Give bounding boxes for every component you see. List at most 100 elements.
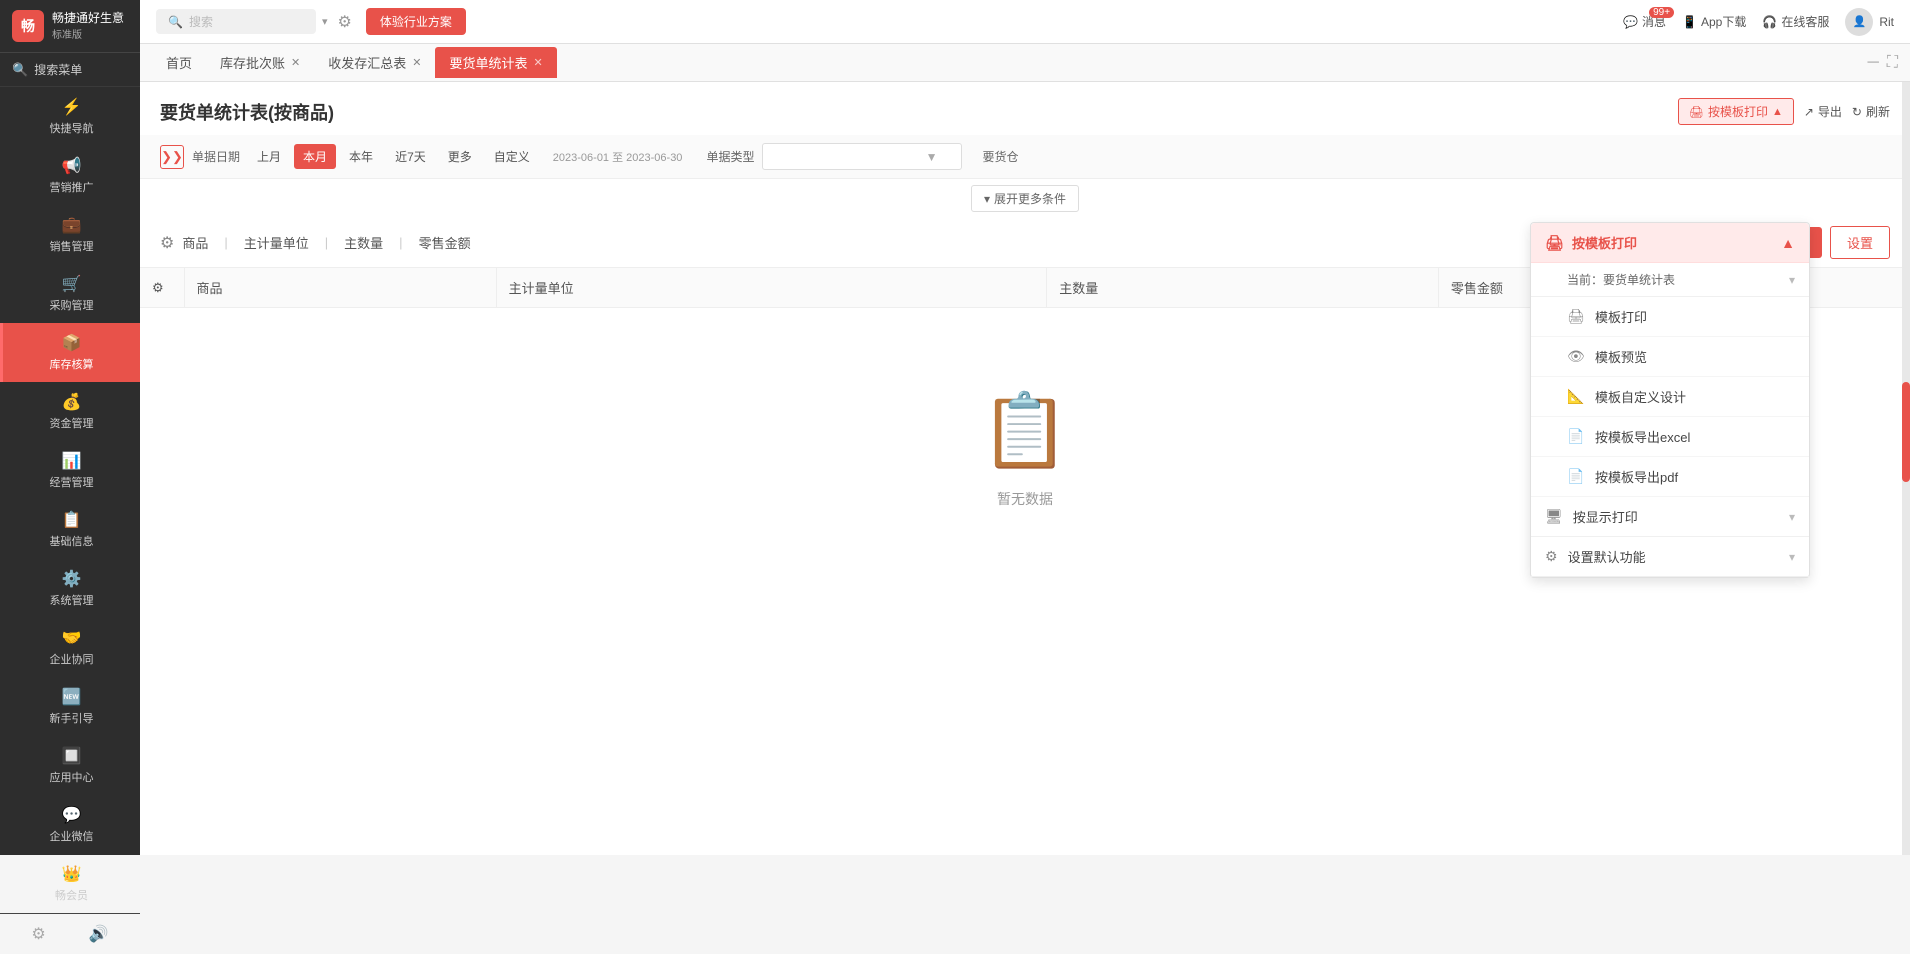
- topbar-settings-icon[interactable]: ⚙: [338, 12, 352, 32]
- sidebar-item-guide[interactable]: 🆕 新手引导: [0, 677, 140, 736]
- dropdown-template-print[interactable]: 🖨 模板打印: [1531, 297, 1809, 337]
- prev-month-btn[interactable]: 上月: [248, 144, 290, 169]
- refresh-btn[interactable]: ↻ 刷新: [1852, 103, 1890, 120]
- topbar-dropdown-arrow[interactable]: ▾: [322, 15, 328, 28]
- tab-close-order-stats[interactable]: ✕: [534, 56, 543, 69]
- more-btn[interactable]: 更多: [439, 144, 481, 169]
- print-dropdown-panel: 🖨 按模板打印 ▲ 当前：要货单统计表 ▾ 🖨 模板打印 👁 模板预览 📐 模板…: [1530, 222, 1810, 578]
- empty-icon: 📋: [980, 388, 1070, 473]
- sidebar-item-quick-nav[interactable]: ⚡ 快捷导航: [0, 87, 140, 146]
- expand-more-btn[interactable]: ▾ 展开更多条件: [971, 185, 1079, 212]
- sidebar-item-sales[interactable]: 💼 销售管理: [0, 205, 140, 264]
- topbar-search[interactable]: 🔍 搜索: [156, 9, 316, 34]
- tab-order-stats[interactable]: 要货单统计表 ✕: [435, 47, 556, 78]
- basics-icon: 📋: [62, 510, 82, 530]
- dropdown-header[interactable]: 🖨 按模板打印 ▲: [1531, 223, 1809, 263]
- tab-minimize-icon[interactable]: ─: [1867, 54, 1878, 72]
- print-icon: 🖨: [1689, 105, 1704, 119]
- right-scrollbar[interactable]: [1902, 82, 1910, 855]
- display-print-icon: 🖥: [1545, 508, 1563, 525]
- settings-btn[interactable]: 设置: [1830, 226, 1890, 259]
- filter-more: ▾ 展开更多条件: [140, 179, 1910, 218]
- tab-close-collect-summary[interactable]: ✕: [412, 56, 421, 69]
- column-retail: 零售金额: [419, 233, 471, 252]
- sidebar-item-operations[interactable]: 📊 经营管理: [0, 441, 140, 500]
- member-icon: 👑: [62, 864, 82, 884]
- filter-expand-icon[interactable]: ❯❯: [160, 145, 184, 169]
- export-btn[interactable]: ↗ 导出: [1804, 103, 1842, 120]
- dropdown-template-excel[interactable]: 📄 按模板导出excel: [1531, 417, 1809, 457]
- template-excel-icon: 📄: [1567, 428, 1585, 445]
- marketing-icon: 📢: [62, 156, 82, 176]
- filter-bar: ❯❯ 单据日期 上月 本月 本年 近7天 更多 自定义 2023-06-01 至…: [140, 135, 1910, 179]
- appstore-icon: 🔲: [62, 746, 82, 766]
- tab-home[interactable]: 首页: [152, 47, 206, 78]
- date-label: 单据日期: [192, 148, 240, 165]
- sidebar-item-marketing[interactable]: 📢 营销推广: [0, 146, 140, 205]
- sidebar-item-collab[interactable]: 🤝 企业协同: [0, 618, 140, 677]
- dropdown-template-pdf[interactable]: 📄 按模板导出pdf: [1531, 457, 1809, 497]
- search-icon: 🔍: [12, 62, 28, 78]
- empty-text: 暂无数据: [997, 489, 1053, 509]
- service-icon: 🎧: [1762, 15, 1777, 29]
- default-func-arrow: ▾: [1789, 550, 1795, 564]
- sidebar-item-appstore[interactable]: 🔲 应用中心: [0, 736, 140, 795]
- topbar-right: 💬 消息 99+ 📱 App下载 🎧 在线客服 👤 Rit: [1623, 8, 1894, 36]
- tab-batch-account[interactable]: 库存批次账 ✕: [206, 47, 314, 78]
- topbar-app-download[interactable]: 📱 App下载: [1682, 13, 1746, 30]
- dropdown-template-preview[interactable]: 👁 模板预览: [1531, 337, 1809, 377]
- col-settings-icon: ⚙: [152, 280, 164, 295]
- dropdown-display-print[interactable]: 🖥 按显示打印 ▾: [1531, 497, 1809, 537]
- sidebar-item-wechat[interactable]: 💬 企业微信: [0, 795, 140, 854]
- print-template-btn[interactable]: 🖨 按模板打印 ▲: [1678, 98, 1794, 125]
- dropdown-default-func[interactable]: ⚙ 设置默认功能 ▾: [1531, 537, 1809, 577]
- sidebar-search[interactable]: 🔍 搜索菜单: [0, 53, 140, 87]
- default-func-icon: ⚙: [1545, 548, 1558, 565]
- custom-btn[interactable]: 自定义: [485, 144, 539, 169]
- date-range-text: 2023-06-01 至 2023-06-30: [553, 149, 683, 165]
- sidebar-item-member[interactable]: 👑 畅会员: [0, 854, 140, 913]
- sidebar-item-finance[interactable]: 💰 资金管理: [0, 382, 140, 441]
- warehouse-tag-label: 要货仓: [982, 148, 1018, 165]
- col-quantity: 主数量: [1047, 268, 1439, 308]
- sidebar-item-inventory[interactable]: 📦 库存核算: [0, 323, 140, 382]
- collab-icon: 🤝: [62, 628, 82, 648]
- current-month-btn[interactable]: 本月: [294, 144, 336, 169]
- inventory-icon: 📦: [62, 333, 82, 353]
- current-year-btn[interactable]: 本年: [340, 144, 382, 169]
- content-area: 要货单统计表(按商品) 🖨 按模板打印 ▲ ↗ 导出 ↻ 刷新 ❯❯: [140, 82, 1910, 855]
- tab-close-batch-account[interactable]: ✕: [291, 56, 300, 69]
- footer-audio-icon[interactable]: 🔊: [89, 924, 109, 944]
- logo-icon: 畅: [12, 10, 44, 42]
- last7days-btn[interactable]: 近7天: [386, 144, 435, 169]
- page-title: 要货单统计表(按商品): [160, 99, 334, 125]
- scrollbar-thumb[interactable]: [1902, 382, 1910, 482]
- dropdown-template-custom[interactable]: 📐 模板自定义设计: [1531, 377, 1809, 417]
- table-settings-icon[interactable]: ⚙: [160, 233, 174, 253]
- system-icon: ⚙️: [62, 569, 82, 589]
- refresh-icon: ↻: [1852, 105, 1862, 119]
- message-badge: 99+: [1649, 7, 1674, 18]
- tab-maximize-icon[interactable]: ⛶: [1887, 54, 1898, 72]
- print-btn-up-arrow: ▲: [1772, 106, 1783, 118]
- sidebar-item-purchase[interactable]: 🛒 采购管理: [0, 264, 140, 323]
- type-label: 单据类型: [706, 148, 754, 165]
- dropdown-collapse-arrow[interactable]: ▲: [1781, 235, 1795, 251]
- message-icon: 💬: [1623, 15, 1638, 29]
- tab-collect-summary[interactable]: 收发存汇总表 ✕: [314, 47, 435, 78]
- sidebar-item-basics[interactable]: 📋 基础信息: [0, 500, 140, 559]
- dropdown-current-item[interactable]: 当前：要货单统计表 ▾: [1531, 263, 1809, 297]
- topbar-user[interactable]: 👤 Rit: [1845, 8, 1894, 36]
- sidebar-footer: ⚙ 🔊: [0, 913, 140, 954]
- dropdown-header-print-icon: 🖨: [1545, 234, 1564, 252]
- topbar-messages[interactable]: 💬 消息 99+: [1623, 13, 1666, 30]
- main-area: 🔍 搜索 ▾ ⚙ 体验行业方案 💬 消息 99+ 📱 App下载 🎧 在线客服 …: [140, 0, 1910, 855]
- col-settings[interactable]: ⚙: [140, 268, 184, 308]
- topbar: 🔍 搜索 ▾ ⚙ 体验行业方案 💬 消息 99+ 📱 App下载 🎧 在线客服 …: [140, 0, 1910, 44]
- col-product: 商品: [184, 268, 496, 308]
- sidebar-item-system[interactable]: ⚙️ 系统管理: [0, 559, 140, 618]
- topbar-customer-service[interactable]: 🎧 在线客服: [1762, 13, 1829, 30]
- footer-settings-icon[interactable]: ⚙: [31, 924, 45, 944]
- type-select[interactable]: ▼: [762, 143, 962, 170]
- trial-btn[interactable]: 体验行业方案: [366, 8, 466, 35]
